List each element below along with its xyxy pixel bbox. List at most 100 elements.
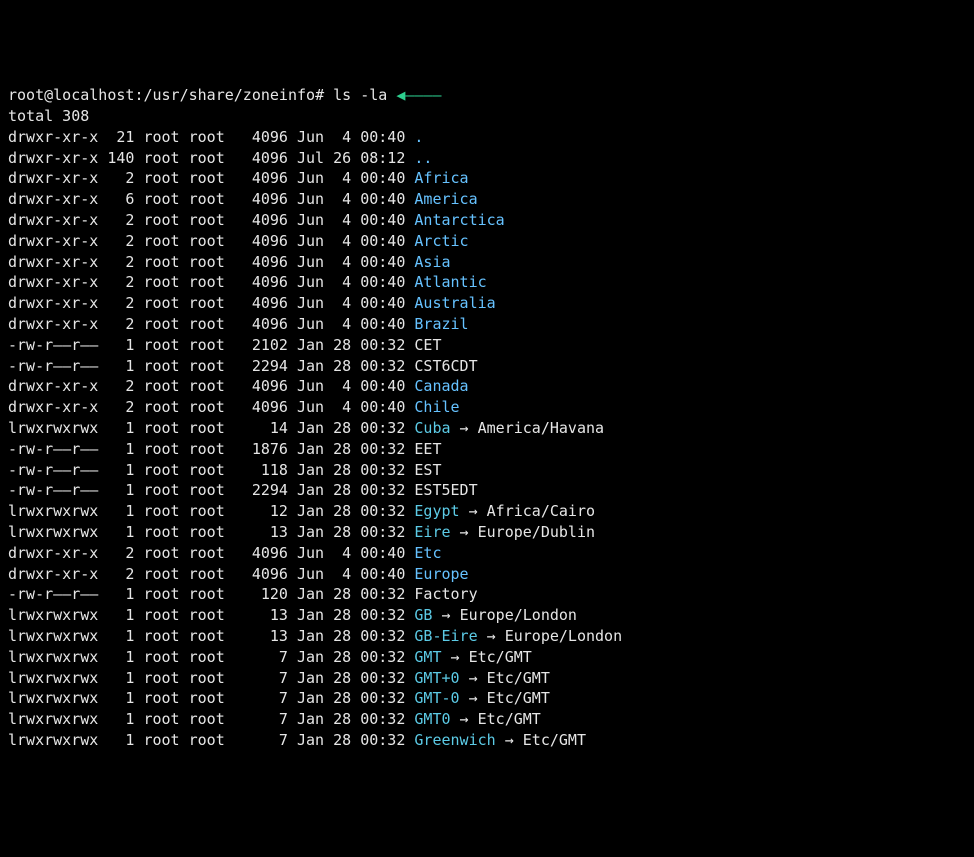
symlink-target: Etc/GMT: [487, 669, 550, 687]
file-group: root: [189, 710, 225, 728]
list-item: drwxr-xr-x 2 root root 4096 Jun 4 00:40 …: [8, 397, 966, 418]
list-item: -rw-r——r—— 1 root root 118 Jan 28 00:32 …: [8, 460, 966, 481]
file-name: Etc: [414, 544, 441, 562]
file-owner: root: [143, 689, 179, 707]
file-size: 1876: [234, 440, 288, 458]
list-item: lrwxrwxrwx 1 root root 13 Jan 28 00:32 G…: [8, 626, 966, 647]
file-name: Australia: [414, 294, 495, 312]
file-owner: root: [143, 190, 179, 208]
file-group: root: [189, 211, 225, 229]
file-group: root: [189, 253, 225, 271]
file-owner: root: [143, 419, 179, 437]
file-size: 4096: [234, 128, 288, 146]
list-item: drwxr-xr-x 2 root root 4096 Jun 4 00:40 …: [8, 252, 966, 273]
file-group: root: [189, 689, 225, 707]
prompt-user-host: root@localhost: [8, 86, 134, 104]
file-group: root: [189, 377, 225, 395]
file-links: 2: [107, 253, 134, 271]
file-size: 14: [234, 419, 288, 437]
file-links: 1: [107, 689, 134, 707]
symlink-target: Europe/London: [460, 606, 577, 624]
file-group: root: [189, 149, 225, 167]
symlink-arrow-icon: →: [451, 523, 478, 541]
file-date: Jun 4 00:40: [297, 377, 405, 395]
file-size: 7: [234, 731, 288, 749]
file-name: GMT0: [414, 710, 450, 728]
file-size: 7: [234, 689, 288, 707]
file-owner: root: [143, 627, 179, 645]
file-owner: root: [143, 481, 179, 499]
file-date: Jan 28 00:32: [297, 481, 405, 499]
list-item: drwxr-xr-x 2 root root 4096 Jun 4 00:40 …: [8, 293, 966, 314]
file-owner: root: [143, 315, 179, 333]
file-size: 120: [234, 585, 288, 603]
list-item: drwxr-xr-x 2 root root 4096 Jun 4 00:40 …: [8, 168, 966, 189]
total-line: total 308: [8, 106, 966, 127]
file-perm: drwxr-xr-x: [8, 565, 98, 583]
file-size: 2102: [234, 336, 288, 354]
symlink-arrow-icon: →: [478, 627, 505, 645]
file-size: 12: [234, 502, 288, 520]
file-name: ..: [414, 149, 432, 167]
command-text[interactable]: ls -la: [333, 86, 387, 104]
file-links: 21: [107, 128, 134, 146]
file-size: 4096: [234, 315, 288, 333]
symlink-arrow-icon: →: [496, 731, 523, 749]
file-size: 4096: [234, 398, 288, 416]
file-perm: drwxr-xr-x: [8, 128, 98, 146]
list-item: lrwxrwxrwx 1 root root 7 Jan 28 00:32 GM…: [8, 688, 966, 709]
file-name: Arctic: [414, 232, 468, 250]
file-size: 4096: [234, 190, 288, 208]
file-links: 1: [107, 523, 134, 541]
symlink-target: America/Havana: [478, 419, 604, 437]
file-group: root: [189, 419, 225, 437]
file-owner: root: [143, 211, 179, 229]
file-name: GMT+0: [414, 669, 459, 687]
file-owner: root: [143, 461, 179, 479]
file-perm: -rw-r——r——: [8, 440, 98, 458]
list-item: drwxr-xr-x 2 root root 4096 Jun 4 00:40 …: [8, 376, 966, 397]
file-name: Greenwich: [414, 731, 495, 749]
list-item: lrwxrwxrwx 1 root root 7 Jan 28 00:32 GM…: [8, 709, 966, 730]
file-links: 1: [107, 710, 134, 728]
symlink-arrow-icon: →: [451, 419, 478, 437]
file-size: 4096: [234, 169, 288, 187]
file-perm: drwxr-xr-x: [8, 273, 98, 291]
file-size: 4096: [234, 273, 288, 291]
file-perm: drwxr-xr-x: [8, 149, 98, 167]
file-date: Jun 4 00:40: [297, 273, 405, 291]
file-date: Jan 28 00:32: [297, 710, 405, 728]
file-owner: root: [143, 731, 179, 749]
file-date: Jan 28 00:32: [297, 648, 405, 666]
file-perm: drwxr-xr-x: [8, 544, 98, 562]
file-name: America: [414, 190, 477, 208]
file-size: 7: [234, 648, 288, 666]
file-date: Jun 4 00:40: [297, 398, 405, 416]
list-item: lrwxrwxrwx 1 root root 13 Jan 28 00:32 E…: [8, 522, 966, 543]
file-owner: root: [143, 294, 179, 312]
list-item: lrwxrwxrwx 1 root root 7 Jan 28 00:32 GM…: [8, 647, 966, 668]
symlink-target: Etc/GMT: [523, 731, 586, 749]
file-name: Brazil: [414, 315, 468, 333]
symlink-arrow-icon: →: [460, 669, 487, 687]
list-item: lrwxrwxrwx 1 root root 7 Jan 28 00:32 GM…: [8, 668, 966, 689]
file-links: 1: [107, 731, 134, 749]
symlink-target: Europe/Dublin: [478, 523, 595, 541]
file-date: Jan 28 00:32: [297, 669, 405, 687]
file-group: root: [189, 440, 225, 458]
file-date: Jan 28 00:32: [297, 627, 405, 645]
file-perm: -rw-r——r——: [8, 461, 98, 479]
file-perm: lrwxrwxrwx: [8, 689, 98, 707]
file-date: Jun 4 00:40: [297, 565, 405, 583]
file-owner: root: [143, 544, 179, 562]
symlink-target: Europe/London: [505, 627, 622, 645]
file-date: Jun 4 00:40: [297, 128, 405, 146]
file-links: 1: [107, 481, 134, 499]
file-owner: root: [143, 398, 179, 416]
file-links: 2: [107, 294, 134, 312]
file-date: Jun 4 00:40: [297, 211, 405, 229]
file-name: Eire: [414, 523, 450, 541]
file-date: Jan 28 00:32: [297, 419, 405, 437]
file-name: GB: [414, 606, 432, 624]
file-group: root: [189, 544, 225, 562]
